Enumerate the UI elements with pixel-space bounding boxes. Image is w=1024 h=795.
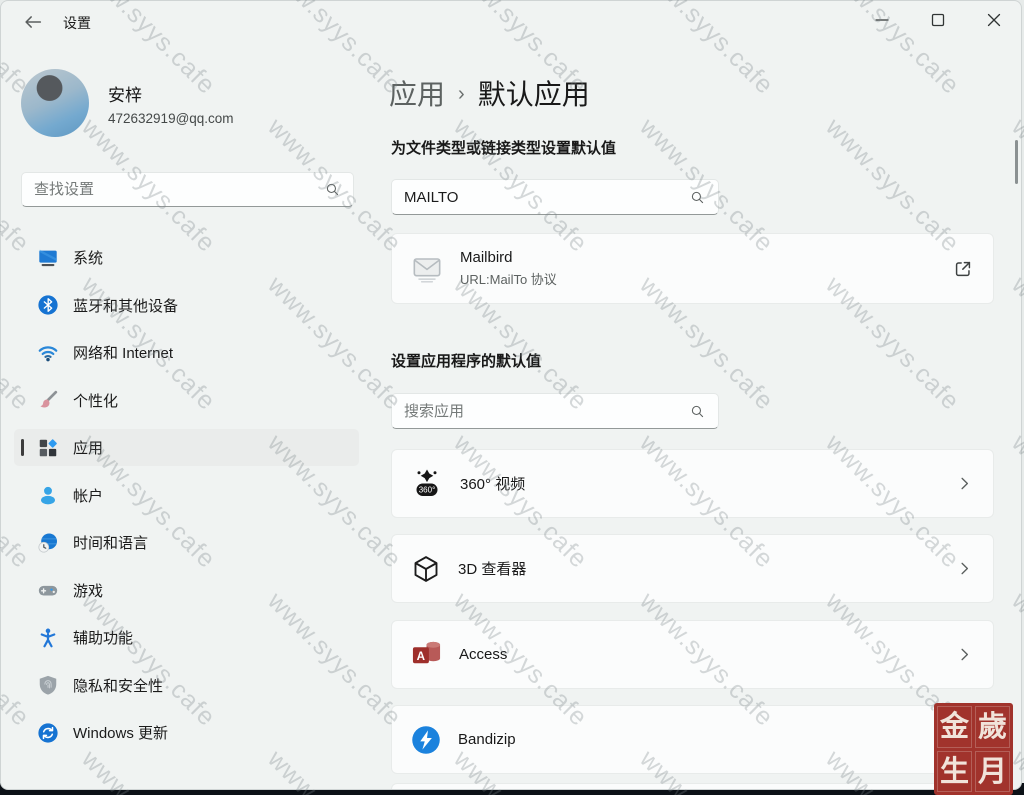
maximize-icon (927, 9, 949, 31)
titlebar: 设置 (1, 1, 1021, 41)
chevron-right-icon (955, 559, 974, 578)
default-app-description: URL:MailTo 协议 (460, 269, 557, 288)
sidebar-item-label: 时间和语言 (73, 532, 148, 553)
gaming-icon (37, 579, 59, 601)
system-icon (37, 247, 59, 269)
bluetooth-icon (37, 294, 59, 316)
cube-icon (411, 554, 441, 584)
sidebar-item-apps[interactable]: 应用 (14, 429, 359, 466)
window-title: 设置 (63, 13, 91, 33)
app-row-3d-viewer[interactable]: 3D 查看器 (391, 534, 994, 603)
accessibility-icon (37, 627, 59, 649)
app-defaults-section-label: 设置应用程序的默认值 (391, 350, 541, 371)
back-arrow-icon (22, 11, 44, 33)
sidebar-item-label: 辅助功能 (73, 627, 133, 648)
file-type-search-input[interactable] (392, 180, 689, 214)
breadcrumb: 应用 › 默认应用 (389, 73, 590, 113)
sidebar-item-label: 个性化 (73, 390, 118, 411)
settings-window: 设置 安梓 472632919@qq.com (0, 0, 1022, 790)
minimize-icon (871, 9, 893, 31)
minimize-button[interactable] (859, 1, 905, 39)
app-search-input[interactable] (392, 394, 689, 428)
personalization-icon (37, 389, 59, 411)
app-name: Access (459, 646, 507, 663)
sidebar-item-privacy[interactable]: 隐私和安全性 (14, 667, 359, 704)
sidebar-item-label: 帐户 (73, 485, 103, 506)
app-row-partial[interactable] (391, 783, 994, 790)
mailto-result-card[interactable]: Mailbird URL:MailTo 协议 (391, 233, 994, 304)
back-button[interactable] (17, 9, 49, 35)
sidebar-item-network[interactable]: 网络和 Internet (14, 334, 359, 371)
default-app-name: Mailbird (460, 249, 557, 266)
scrollbar[interactable] (1015, 140, 1018, 184)
file-type-search-box (391, 179, 719, 215)
sidebar-item-windows-update[interactable]: Windows 更新 (14, 714, 359, 751)
chevron-right-icon (955, 730, 974, 749)
sidebar-item-accounts[interactable]: 帐户 (14, 477, 359, 514)
sidebar-item-label: 游戏 (73, 580, 103, 601)
app-search-box (391, 393, 719, 429)
sidebar-item-system[interactable]: 系统 (14, 239, 359, 276)
privacy-shield-icon (37, 674, 59, 696)
mail-icon (411, 253, 443, 285)
svg-text:A: A (417, 650, 426, 663)
sidebar-item-label: 网络和 Internet (73, 342, 173, 363)
chevron-right-icon (955, 474, 974, 493)
access-icon: A (411, 639, 442, 670)
breadcrumb-parent[interactable]: 应用 (389, 73, 445, 113)
search-icon (689, 189, 706, 206)
close-button[interactable] (971, 1, 1017, 39)
user-name: 安梓 (108, 81, 234, 106)
settings-search-box (21, 172, 354, 207)
app-row-bandizip[interactable]: Bandizip (391, 705, 994, 774)
avatar (21, 69, 89, 137)
app-name: 360° 视频 (460, 473, 525, 494)
bandizip-icon (411, 725, 441, 755)
app-row-access[interactable]: A Access (391, 620, 994, 689)
network-icon (37, 342, 59, 364)
app-row-360-video[interactable]: 360° 360° 视频 (391, 449, 994, 518)
apps-icon (37, 437, 59, 459)
user-profile[interactable]: 安梓 472632919@qq.com (21, 69, 234, 137)
sidebar-item-label: 应用 (73, 437, 103, 458)
sidebar-item-label: 蓝牙和其他设备 (73, 295, 178, 316)
app-name: 3D 查看器 (458, 558, 526, 579)
windows-update-icon (37, 722, 59, 744)
app-name: Bandizip (458, 731, 516, 748)
sidebar-nav: 系统 蓝牙和其他设备 网络和 Internet 个性化 应用 (14, 239, 359, 762)
accounts-icon (37, 484, 59, 506)
sidebar-item-label: 隐私和安全性 (73, 675, 163, 696)
sidebar-item-accessibility[interactable]: 辅助功能 (14, 619, 359, 656)
time-language-icon (37, 532, 59, 554)
page-title: 默认应用 (478, 73, 590, 113)
sidebar-item-personalization[interactable]: 个性化 (14, 382, 359, 419)
sidebar-item-bluetooth[interactable]: 蓝牙和其他设备 (14, 287, 359, 324)
settings-search-input[interactable] (22, 173, 324, 206)
breadcrumb-separator-icon: › (458, 81, 465, 106)
close-icon (983, 9, 1005, 31)
sidebar-item-label: 系统 (73, 247, 103, 268)
file-type-section-label: 为文件类型或链接类型设置默认值 (391, 137, 616, 158)
search-icon (689, 403, 706, 420)
sidebar-item-label: Windows 更新 (73, 722, 168, 743)
sidebar-item-gaming[interactable]: 游戏 (14, 572, 359, 609)
app-360-icon: 360° (411, 468, 443, 500)
sidebar-item-time-language[interactable]: 时间和语言 (14, 524, 359, 561)
external-link-icon[interactable] (952, 258, 974, 280)
search-icon (324, 181, 341, 198)
user-email: 472632919@qq.com (108, 111, 234, 126)
maximize-button[interactable] (915, 1, 961, 39)
svg-text:360°: 360° (419, 485, 436, 494)
window-controls (859, 1, 1017, 41)
chevron-right-icon (955, 645, 974, 664)
